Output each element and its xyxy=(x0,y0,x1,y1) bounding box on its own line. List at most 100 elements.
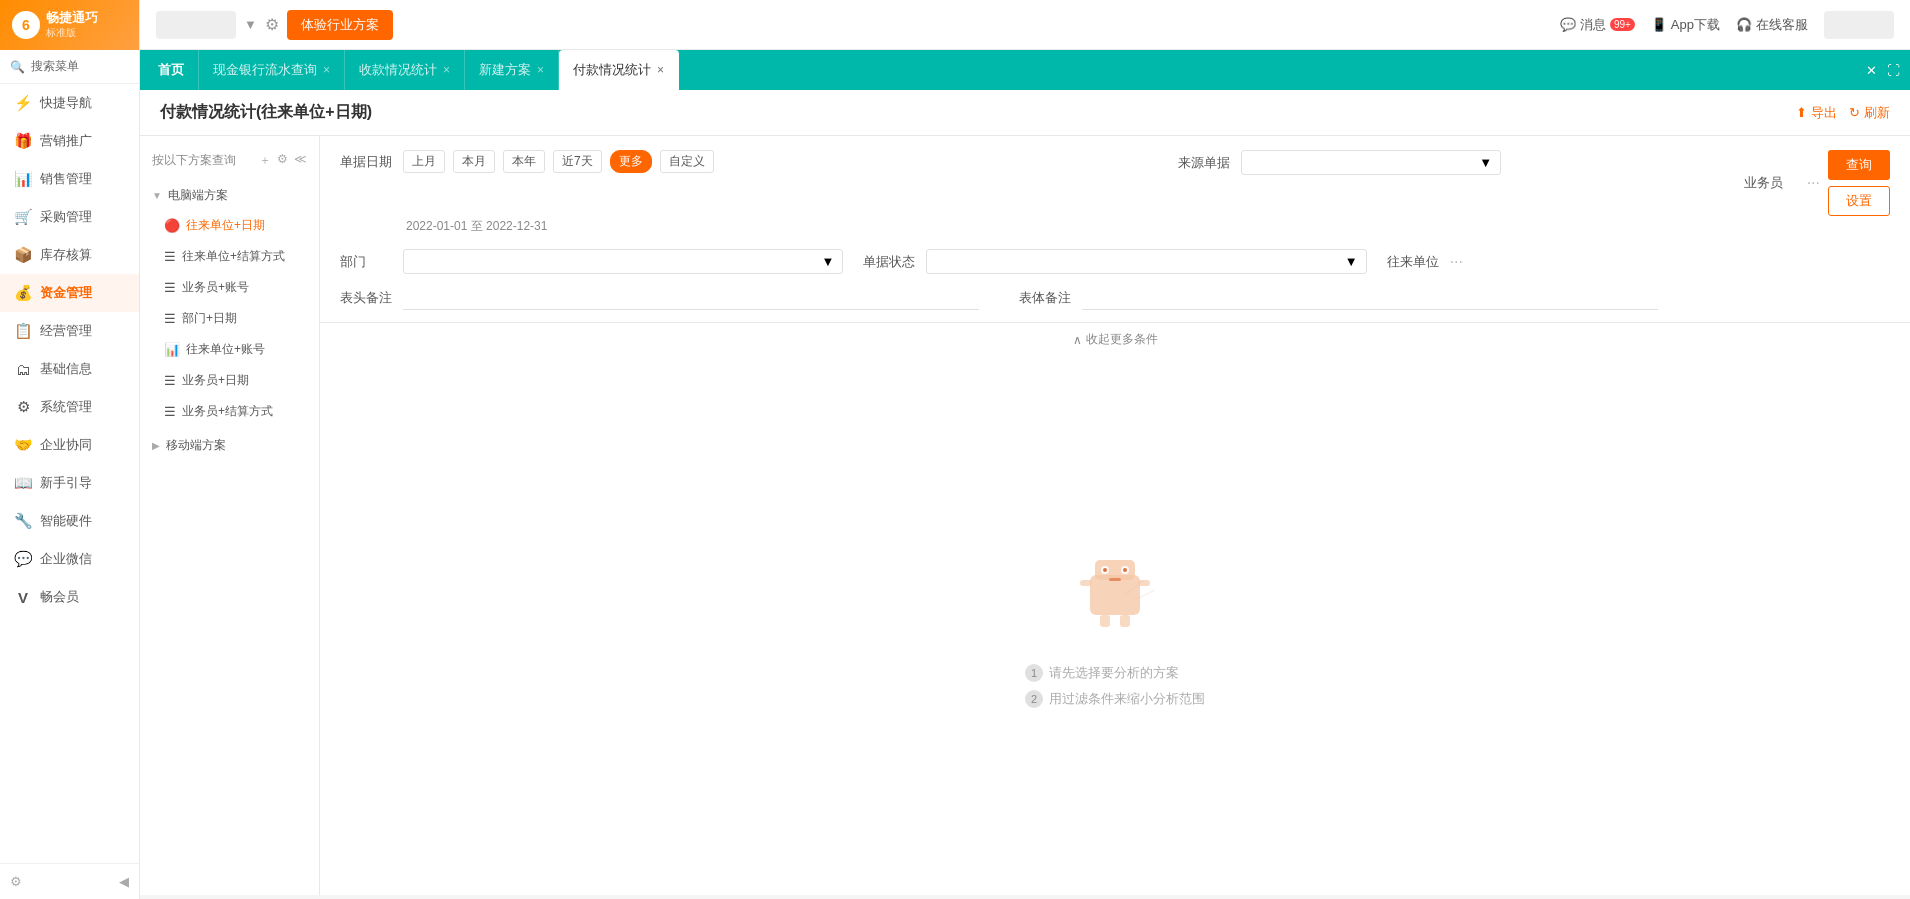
export-label: 导出 xyxy=(1811,104,1837,122)
date-btn-7days[interactable]: 近7天 xyxy=(553,150,602,173)
dropdown-arrow-icon[interactable]: ▼ xyxy=(244,17,257,32)
tab-home-label: 首页 xyxy=(158,61,184,79)
service-label: 在线客服 xyxy=(1756,16,1808,34)
logo-sub: 标准版 xyxy=(46,26,98,40)
sidebar-item-inventory[interactable]: 📦 库存核算 xyxy=(0,236,139,274)
tab-new-close[interactable]: × xyxy=(537,63,544,77)
body-note-input[interactable] xyxy=(1082,286,1658,310)
logo-icon: 6 xyxy=(12,11,40,39)
group-mobile-arrow-icon: ▶ xyxy=(152,440,160,451)
tab-receipt[interactable]: 收款情况统计 × xyxy=(345,50,465,90)
tab-payment[interactable]: 付款情况统计 × xyxy=(559,50,679,90)
tab-receipt-close[interactable]: × xyxy=(443,63,450,77)
footer-settings-icon[interactable]: ⚙ xyxy=(10,874,22,889)
date-btn-this-month[interactable]: 本月 xyxy=(453,150,495,173)
hardware-icon: 🔧 xyxy=(14,512,32,530)
settings-gear-icon[interactable]: ⚙ xyxy=(265,15,279,34)
salesperson-filter-label: 业务员 xyxy=(1744,174,1799,192)
online-service-button[interactable]: 🎧 在线客服 xyxy=(1736,16,1808,34)
tab-home[interactable]: 首页 xyxy=(144,50,199,90)
sidebar-item-marketing[interactable]: 🎁 营销推广 xyxy=(0,122,139,160)
tab-receipt-label: 收款情况统计 xyxy=(359,61,437,79)
scheme-settings-icon[interactable]: ⚙ xyxy=(277,152,288,169)
doc-status-select[interactable]: ▼ xyxy=(926,249,1366,274)
date-btn-this-year[interactable]: 本年 xyxy=(503,150,545,173)
sidebar-item-corp[interactable]: 🤝 企业协同 xyxy=(0,426,139,464)
sidebar-item-label: 采购管理 xyxy=(40,208,92,226)
sidebar-item-member[interactable]: V 畅会员 xyxy=(0,578,139,616)
tab-bank-close[interactable]: × xyxy=(323,63,330,77)
group-label: 电脑端方案 xyxy=(168,187,228,204)
date-btn-more[interactable]: 更多 xyxy=(610,150,652,173)
messages-button[interactable]: 💬 消息 99+ xyxy=(1560,16,1635,34)
scheme-item-4[interactable]: 📊 往来单位+账号 xyxy=(140,334,319,365)
sidebar-item-wechat[interactable]: 💬 企业微信 xyxy=(0,540,139,578)
sidebar-item-guide[interactable]: 📖 新手引导 xyxy=(0,464,139,502)
tab-expand-icon[interactable]: ⛶ xyxy=(1887,63,1900,78)
scheme-item-2-icon: ☰ xyxy=(164,280,176,295)
sidebar-item-finance[interactable]: 💰 资金管理 xyxy=(0,274,139,312)
search-label: 搜索菜单 xyxy=(31,58,79,75)
counterpart-filter-label: 往来单位 xyxy=(1387,253,1442,271)
sidebar-item-hardware[interactable]: 🔧 智能硬件 xyxy=(0,502,139,540)
export-icon: ⬆ xyxy=(1796,105,1807,120)
scheme-group-mobile-title[interactable]: ▶ 移动端方案 xyxy=(140,431,319,460)
user-avatar xyxy=(156,11,236,39)
tab-bank[interactable]: 现金银行流水查询 × xyxy=(199,50,345,90)
system-icon: ⚙ xyxy=(14,398,32,416)
scheme-panel: 按以下方案查询 ＋ ⚙ ≪ ▼ 电脑端方案 🔴 xyxy=(140,136,320,895)
sales-icon: 📊 xyxy=(14,170,32,188)
source-select[interactable]: ▼ xyxy=(1241,150,1501,175)
scheme-item-0[interactable]: 🔴 往来单位+日期 xyxy=(140,210,319,241)
date-btn-custom[interactable]: 自定义 xyxy=(660,150,714,173)
main-split: 按以下方案查询 ＋ ⚙ ≪ ▼ 电脑端方案 🔴 xyxy=(140,136,1910,895)
tab-bank-label: 现金银行流水查询 xyxy=(213,61,317,79)
svg-rect-9 xyxy=(1100,615,1110,627)
export-button[interactable]: ⬆ 导出 xyxy=(1796,104,1837,122)
settings-button[interactable]: 设置 xyxy=(1828,186,1890,216)
scheme-item-3[interactable]: ☰ 部门+日期 xyxy=(140,303,319,334)
shortcut-icon: ⚡ xyxy=(14,94,32,112)
refresh-button[interactable]: ↻ 刷新 xyxy=(1849,104,1890,122)
tab-close-all-icon[interactable]: ✕ xyxy=(1866,63,1877,78)
date-btn-last-month[interactable]: 上月 xyxy=(403,150,445,173)
header-note-input[interactable] xyxy=(403,286,979,310)
page-header: 付款情况统计(往来单位+日期) ⬆ 导出 ↻ 刷新 xyxy=(140,90,1910,136)
footer-collapse-icon[interactable]: ◀ xyxy=(119,874,129,889)
marketing-icon: 🎁 xyxy=(14,132,32,150)
group-arrow-icon: ▼ xyxy=(152,190,162,201)
page-actions: ⬆ 导出 ↻ 刷新 xyxy=(1796,104,1890,122)
app-download-button[interactable]: 📱 App下载 xyxy=(1651,16,1720,34)
scheme-item-5[interactable]: ☰ 业务员+日期 xyxy=(140,365,319,396)
sidebar-item-sales[interactable]: 📊 销售管理 xyxy=(0,160,139,198)
tab-new-label: 新建方案 xyxy=(479,61,531,79)
app-label: App下载 xyxy=(1671,16,1720,34)
dept-select[interactable]: ▼ xyxy=(403,249,843,274)
sidebar-item-basic[interactable]: 🗂 基础信息 xyxy=(0,350,139,388)
sidebar-item-shortcut[interactable]: ⚡ 快捷导航 xyxy=(0,84,139,122)
tab-payment-close[interactable]: × xyxy=(657,63,664,77)
sidebar-item-operation[interactable]: 📋 经营管理 xyxy=(0,312,139,350)
scheme-item-1[interactable]: ☰ 往来单位+结算方式 xyxy=(140,241,319,272)
query-button[interactable]: 查询 xyxy=(1828,150,1890,180)
scheme-group-desktop-title[interactable]: ▼ 电脑端方案 xyxy=(140,181,319,210)
tab-new[interactable]: 新建方案 × xyxy=(465,50,559,90)
sidebar-item-label: 快捷导航 xyxy=(40,94,92,112)
header-note-label: 表头备注 xyxy=(340,289,395,307)
sidebar-item-label: 智能硬件 xyxy=(40,512,92,530)
scheme-item-6-label: 业务员+结算方式 xyxy=(182,403,273,420)
scheme-header-actions: ＋ ⚙ ≪ xyxy=(259,152,307,169)
scheme-group-desktop: ▼ 电脑端方案 🔴 往来单位+日期 ☰ 往来单位+结算方式 xyxy=(140,181,319,427)
sidebar-item-system[interactable]: ⚙ 系统管理 xyxy=(0,388,139,426)
scheme-collapse-icon[interactable]: ≪ xyxy=(294,152,307,169)
search-menu[interactable]: 🔍 搜索菜单 xyxy=(0,50,139,84)
scheme-add-icon[interactable]: ＋ xyxy=(259,152,271,169)
source-select-arrow: ▼ xyxy=(1479,155,1492,170)
scheme-item-2[interactable]: ☰ 业务员+账号 xyxy=(140,272,319,303)
collapse-bar[interactable]: ∧ 收起更多条件 xyxy=(320,322,1910,356)
scheme-item-1-label: 往来单位+结算方式 xyxy=(182,248,285,265)
trial-button[interactable]: 体验行业方案 xyxy=(287,10,393,40)
sidebar-item-purchase[interactable]: 🛒 采购管理 xyxy=(0,198,139,236)
scheme-item-6[interactable]: ☰ 业务员+结算方式 xyxy=(140,396,319,427)
dept-select-arrow: ▼ xyxy=(821,254,834,269)
